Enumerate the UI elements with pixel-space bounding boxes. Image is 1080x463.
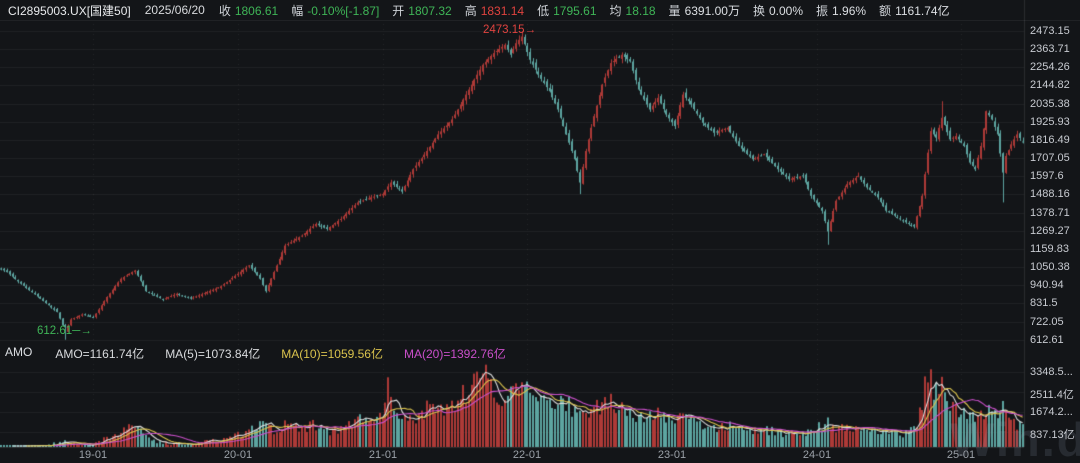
- price-tick-label: 1050.38: [1030, 261, 1070, 273]
- price-tick-label: 1378.71: [1030, 207, 1070, 219]
- all-time-high-annotation: 2473.15→: [483, 24, 536, 36]
- field-label: 量: [669, 4, 681, 18]
- legend-item-3: MA(20)=1392.76亿: [404, 345, 506, 362]
- stock-chart-app: Win.d CI2895003.UX[国建50] 2025/06/20 收180…: [0, 0, 1080, 463]
- field-label: 振: [816, 4, 828, 18]
- field-value: 18.18: [626, 4, 656, 18]
- field-value: 1807.32: [408, 4, 451, 18]
- price-tick-label: 1488.16: [1030, 188, 1070, 200]
- volume-tick-label: 3348.5...: [1030, 366, 1073, 378]
- price-tick-label: 1159.83: [1030, 243, 1069, 255]
- price-tick-label: 1597.6: [1030, 170, 1064, 182]
- quote-fields: 收1806.61幅-0.10%[-1.87]开1807.32高1831.14低1…: [219, 2, 963, 19]
- field-value: 0.00%: [769, 4, 803, 18]
- price-tick-label: 2035.38: [1030, 98, 1070, 110]
- field-label: 低: [537, 4, 549, 18]
- legend-item-1: MA(5)=1073.84亿: [165, 345, 260, 362]
- volume-panel-legend: AMO AMO=1161.74亿 MA(5)=1073.84亿 MA(10)=105…: [5, 345, 506, 362]
- panel-name-label: AMO: [5, 345, 32, 362]
- quote-field-开: 开 1807.32: [392, 2, 451, 19]
- price-tick-label: 940.94: [1030, 279, 1064, 291]
- field-value: 1831.14: [481, 4, 524, 18]
- price-tick-label: 1269.27: [1030, 225, 1070, 237]
- field-label: 高: [465, 4, 477, 18]
- quote-field-换: 换 0.00%: [753, 2, 803, 19]
- field-value: 1806.61: [235, 4, 278, 18]
- field-label: 均: [610, 4, 622, 18]
- quote-field-低: 低 1795.61: [537, 2, 596, 19]
- legend-items: AMO=1161.74亿 MA(5)=1073.84亿 MA(10)=1059.56…: [55, 345, 505, 362]
- field-label: 幅: [291, 4, 303, 18]
- time-tick-label: 25-01: [947, 449, 975, 461]
- quote-field-振: 振 1.96%: [816, 2, 866, 19]
- quote-field-量: 量 6391.00万: [669, 2, 740, 19]
- quote-field-额: 额 1161.74亿: [879, 2, 950, 19]
- volume-tick-label: 1674.2...: [1030, 406, 1073, 418]
- time-tick-label: 21-01: [369, 449, 397, 461]
- time-tick-label: 20-01: [224, 449, 252, 461]
- symbol-title: CI2895003.UX[国建50]: [8, 2, 131, 19]
- legend-item-2: MA(10)=1059.56亿: [281, 345, 383, 362]
- price-tick-label: 1816.49: [1030, 134, 1070, 146]
- volume-tick-label: 837.13亿: [1030, 426, 1075, 442]
- field-value: 6391.00万: [685, 4, 740, 18]
- time-tick-label: 24-01: [803, 449, 831, 461]
- price-tick-label: 2363.71: [1030, 43, 1070, 55]
- field-value: -0.10%[-1.87]: [307, 4, 379, 18]
- field-value: 1795.61: [553, 4, 596, 18]
- price-tick-label: 2254.26: [1030, 61, 1070, 73]
- quote-date: 2025/06/20: [145, 3, 205, 17]
- field-value: 1.96%: [832, 4, 866, 18]
- quote-field-幅: 幅 -0.10%[-1.87]: [291, 2, 379, 19]
- field-label: 开: [392, 4, 404, 18]
- price-tick-label: 1707.05: [1030, 152, 1070, 164]
- field-label: 收: [219, 4, 231, 18]
- quote-field-收: 收 1806.61: [219, 2, 278, 19]
- field-label: 额: [879, 4, 891, 18]
- time-tick-label: 23-01: [658, 449, 686, 461]
- price-tick-label: 612.61: [1030, 334, 1064, 346]
- all-time-low-annotation: 612.61─→: [37, 325, 92, 337]
- quote-field-高: 高 1831.14: [465, 2, 524, 19]
- volume-tick-label: 2511.4亿: [1030, 386, 1074, 402]
- quote-header: CI2895003.UX[国建50] 2025/06/20 收 1806.61 幅-…: [0, 0, 1080, 21]
- price-tick-label: 831.5: [1030, 297, 1058, 309]
- price-tick-label: 2144.82: [1030, 79, 1070, 91]
- time-tick-label: 22-01: [513, 449, 541, 461]
- price-tick-label: 722.05: [1030, 316, 1064, 328]
- quote-field-均: 均 18.18: [610, 2, 656, 19]
- candlestick-volume-chart[interactable]: [0, 0, 1080, 463]
- price-tick-label: 1925.93: [1030, 116, 1070, 128]
- field-label: 换: [753, 4, 765, 18]
- legend-item-0: AMO=1161.74亿: [55, 345, 144, 362]
- field-value: 1161.74亿: [895, 4, 950, 18]
- time-tick-label: 19-01: [79, 449, 107, 461]
- price-tick-label: 2473.15: [1030, 25, 1070, 37]
